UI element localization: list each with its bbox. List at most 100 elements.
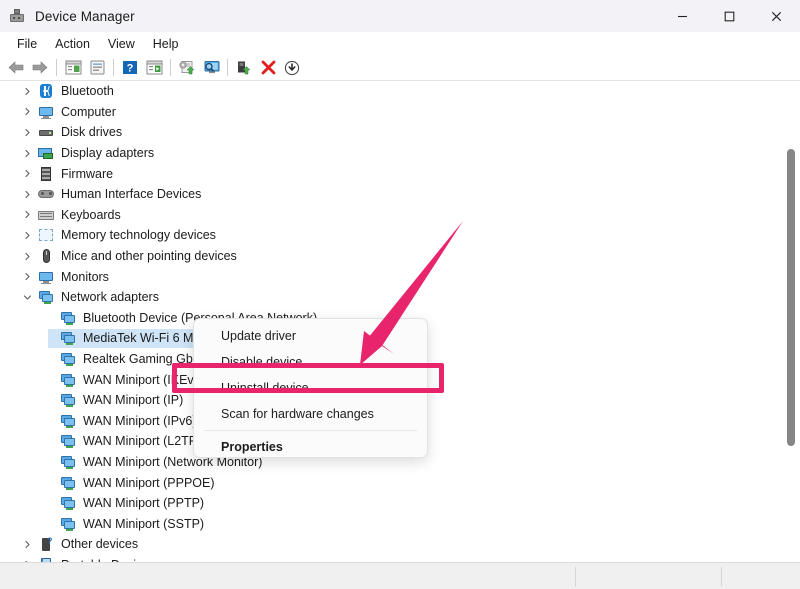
memory-device-icon bbox=[38, 227, 54, 243]
tree-item-label: Keyboards bbox=[61, 207, 121, 222]
toolbar-separator-2 bbox=[113, 59, 114, 76]
chevron-right-icon[interactable] bbox=[22, 189, 33, 200]
computer-icon bbox=[38, 104, 54, 120]
menu-help[interactable]: Help bbox=[144, 35, 188, 53]
maximize-button[interactable] bbox=[706, 0, 753, 32]
hid-gamepad-icon bbox=[38, 186, 54, 202]
tree-item-label: WAN Miniport (PPTP) bbox=[83, 496, 205, 511]
display-adapter-icon bbox=[38, 145, 54, 161]
tree-item-label: Bluetooth bbox=[61, 84, 114, 99]
tree-item-label: Monitors bbox=[61, 269, 109, 284]
scrollbar-thumb[interactable] bbox=[787, 149, 795, 446]
chevron-right-icon[interactable] bbox=[22, 86, 33, 97]
context-properties[interactable]: Properties bbox=[194, 434, 427, 460]
network-adapter-icon bbox=[38, 289, 54, 305]
network-adapter-icon bbox=[60, 454, 76, 470]
tree-item-label: Disk drives bbox=[61, 125, 123, 140]
tree-item-label: Display adapters bbox=[61, 146, 155, 161]
chevron-right-icon[interactable] bbox=[22, 251, 33, 262]
status-bar-divider-2 bbox=[721, 567, 722, 586]
close-button[interactable] bbox=[753, 0, 800, 32]
title-bar: Device Manager bbox=[0, 0, 800, 32]
tree-item-display-adapters[interactable]: Display adapters bbox=[0, 143, 800, 164]
update-driver-button[interactable] bbox=[175, 57, 199, 79]
tree-item-monitors[interactable]: Monitors bbox=[0, 266, 800, 287]
context-menu[interactable]: Update driver Disable device Uninstall d… bbox=[193, 318, 428, 458]
chevron-right-icon[interactable] bbox=[22, 209, 33, 220]
context-disable-device[interactable]: Disable device bbox=[194, 349, 427, 375]
tree-item-label: Firmware bbox=[61, 166, 114, 181]
network-adapter-icon bbox=[60, 433, 76, 449]
chevron-right-icon[interactable] bbox=[22, 230, 33, 241]
context-uninstall-device[interactable]: Uninstall device bbox=[194, 375, 427, 401]
tree-item-mice-and-other-pointing-devices[interactable]: Mice and other pointing devices bbox=[0, 246, 800, 267]
network-adapter-icon bbox=[60, 413, 76, 429]
svg-text:?: ? bbox=[127, 63, 134, 75]
scan-hardware-changes-button[interactable] bbox=[199, 57, 223, 79]
tree-item-wan-miniport-pppoe[interactable]: WAN Miniport (PPPOE) bbox=[0, 472, 800, 493]
tree-item-label: WAN Miniport (SSTP) bbox=[83, 516, 205, 531]
tree-item-disk-drives[interactable]: Disk drives bbox=[0, 122, 800, 143]
chevron-right-icon[interactable] bbox=[22, 148, 33, 159]
vertical-scrollbar[interactable] bbox=[784, 81, 798, 562]
device-manager-window: Device Manager File Action View Help ? B… bbox=[0, 0, 800, 589]
console-tree-button[interactable] bbox=[61, 57, 85, 79]
network-adapter-icon bbox=[60, 372, 76, 388]
properties-button[interactable] bbox=[85, 57, 109, 79]
context-update-driver[interactable]: Update driver bbox=[194, 323, 427, 349]
chevron-right-icon[interactable] bbox=[22, 539, 33, 550]
minimize-button[interactable] bbox=[659, 0, 706, 32]
chevron-right-icon[interactable] bbox=[22, 168, 33, 179]
forward-button[interactable] bbox=[28, 57, 52, 79]
tree-item-computer[interactable]: Computer bbox=[0, 102, 800, 123]
tree-item-label: Human Interface Devices bbox=[61, 187, 202, 202]
tree-item-wan-miniport-sstp[interactable]: WAN Miniport (SSTP) bbox=[0, 513, 800, 534]
tree-item-wan-miniport-pptp[interactable]: WAN Miniport (PPTP) bbox=[0, 493, 800, 514]
tree-item-firmware[interactable]: Firmware bbox=[0, 163, 800, 184]
window-title: Device Manager bbox=[35, 8, 135, 24]
tree-item-label: Mice and other pointing devices bbox=[61, 249, 237, 264]
tree-item-label: WAN Miniport (IPv6) bbox=[83, 413, 197, 428]
menu-bar: File Action View Help bbox=[0, 32, 800, 55]
chevron-down-icon[interactable] bbox=[22, 292, 33, 303]
menu-view[interactable]: View bbox=[99, 35, 144, 53]
network-adapter-icon bbox=[60, 516, 76, 532]
other-device-icon: ? bbox=[38, 536, 54, 552]
network-adapter-icon bbox=[60, 310, 76, 326]
mouse-icon bbox=[38, 248, 54, 264]
tree-item-network-adapters[interactable]: Network adapters bbox=[0, 287, 800, 308]
firmware-icon bbox=[38, 166, 54, 182]
network-adapter-icon bbox=[60, 330, 76, 346]
back-button[interactable] bbox=[4, 57, 28, 79]
menu-action[interactable]: Action bbox=[46, 35, 99, 53]
tree-item-label: WAN Miniport (L2TP) bbox=[83, 434, 202, 449]
menu-file[interactable]: File bbox=[8, 35, 46, 53]
disable-device-button[interactable] bbox=[280, 57, 304, 79]
toolbar-separator-4 bbox=[227, 59, 228, 76]
tree-item-portable-devices[interactable]: Portable Devices bbox=[0, 555, 800, 562]
tree-item-keyboards[interactable]: Keyboards bbox=[0, 205, 800, 226]
network-adapter-icon bbox=[60, 351, 76, 367]
network-adapter-icon bbox=[60, 475, 76, 491]
tree-item-label: Computer bbox=[61, 104, 116, 119]
bluetooth-icon bbox=[38, 83, 54, 99]
chevron-right-icon[interactable] bbox=[22, 127, 33, 138]
show-hidden-devices-button[interactable] bbox=[142, 57, 166, 79]
device-manager-icon bbox=[9, 8, 25, 24]
tree-item-memory-technology-devices[interactable]: Memory technology devices bbox=[0, 225, 800, 246]
tree-item-label: Network adapters bbox=[61, 290, 159, 305]
context-scan-hardware-changes[interactable]: Scan for hardware changes bbox=[194, 401, 427, 427]
tree-item-human-interface-devices[interactable]: Human Interface Devices bbox=[0, 184, 800, 205]
chevron-right-icon[interactable] bbox=[22, 271, 33, 282]
toolbar: ? bbox=[0, 55, 800, 81]
uninstall-device-button[interactable] bbox=[256, 57, 280, 79]
tree-item-other-devices[interactable]: ? Other devices bbox=[0, 534, 800, 555]
tree-item-label: WAN Miniport (IP) bbox=[83, 393, 184, 408]
tree-item-label: Other devices bbox=[61, 537, 139, 552]
enable-device-button[interactable] bbox=[232, 57, 256, 79]
chevron-right-icon[interactable] bbox=[22, 106, 33, 117]
help-button[interactable]: ? bbox=[118, 57, 142, 79]
tree-item-bluetooth[interactable]: Bluetooth bbox=[0, 81, 800, 102]
toolbar-separator-1 bbox=[56, 59, 57, 76]
tree-item-label: WAN Miniport (IKEv2) bbox=[83, 372, 205, 387]
